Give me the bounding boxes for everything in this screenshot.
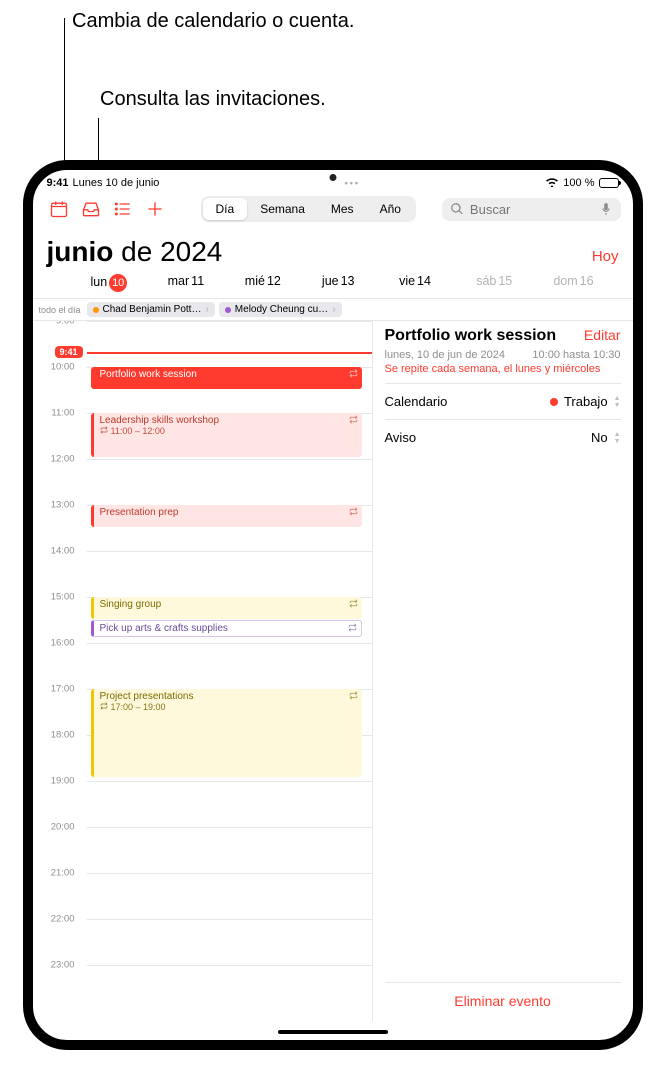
hour-label: 22:00 [33, 914, 81, 925]
day-header[interactable]: mié12 [241, 274, 318, 292]
battery-icon [599, 178, 619, 188]
hour-label: 9:00 [33, 321, 81, 327]
calendar-row[interactable]: Calendario Trabajo ▲▼ [385, 383, 621, 419]
timeline-event[interactable]: Singing group [91, 597, 362, 619]
day-timeline[interactable]: 9:00 10:00 11:00 12:00 13:00 14:00 15:00 16:00 1… [33, 321, 373, 1021]
search-icon [450, 202, 464, 216]
timeline-event[interactable]: Pick up arts & crafts supplies [91, 620, 362, 637]
hour-label: 16:00 [33, 638, 81, 649]
view-segmented-control: Día Semana Mes Año [201, 196, 416, 222]
calendar-color-dot [550, 398, 558, 406]
hour-label: 10:00 [33, 362, 81, 373]
mic-icon[interactable] [599, 202, 613, 216]
hour-label: 18:00 [33, 730, 81, 741]
hour-label: 12:00 [33, 454, 81, 465]
edit-button[interactable]: Editar [584, 327, 621, 343]
day-header[interactable]: mar11 [164, 274, 241, 292]
multitask-dots-icon[interactable]: ••• [332, 178, 372, 188]
event-detail-panel: Portfolio work session Editar lunes, 10 … [373, 321, 633, 1021]
repeat-icon [100, 702, 108, 712]
hour-label: 19:00 [33, 776, 81, 787]
hour-label: 15:00 [33, 592, 81, 603]
hour-label: 17:00 [33, 684, 81, 695]
all-day-event-chip[interactable]: Chad Benjamin Pott…› [87, 302, 215, 317]
chevron-right-icon: › [332, 304, 335, 315]
day-header[interactable]: sáb15 [472, 274, 549, 292]
day-header[interactable]: jue13 [318, 274, 395, 292]
calendar-dot-icon [225, 307, 231, 313]
inbox-icon[interactable] [77, 197, 105, 221]
home-indicator[interactable] [278, 1030, 388, 1034]
repeat-icon [100, 426, 108, 436]
repeat-icon [349, 369, 358, 381]
all-day-event-chip[interactable]: Melody Cheung cu…› [219, 302, 342, 317]
event-date: lunes, 10 de jun de 2024 [385, 349, 506, 361]
timeline-event[interactable]: Presentation prep [91, 505, 362, 527]
ipad-frame: 9:41 Lunes 10 de junio ••• 100 % Día Sem… [23, 160, 643, 1050]
search-field[interactable] [442, 198, 621, 221]
week-days-row: lun10mar11mié12jue13vie14sáb15dom16 [33, 274, 633, 299]
timeline-event[interactable]: Portfolio work session [91, 367, 362, 389]
wifi-icon [545, 176, 559, 190]
status-bar: 9:41 Lunes 10 de junio ••• 100 % [33, 170, 633, 192]
hour-label: 14:00 [33, 546, 81, 557]
hour-label: 11:00 [33, 408, 81, 419]
day-header[interactable]: lun10 [87, 274, 164, 292]
delete-event-button[interactable]: Eliminar evento [385, 982, 621, 1009]
event-repeat: Se repite cada semana, el lunes y miérco… [385, 363, 621, 375]
add-icon[interactable] [141, 197, 169, 221]
day-header[interactable]: dom16 [549, 274, 626, 292]
event-title: Portfolio work session [385, 327, 557, 345]
chevron-right-icon: › [205, 304, 208, 315]
battery-percent: 100 % [563, 177, 594, 189]
list-icon[interactable] [109, 197, 137, 221]
hour-label: 21:00 [33, 868, 81, 879]
timeline-event[interactable]: Project presentations17:00 – 19:00 [91, 689, 362, 777]
view-week[interactable]: Semana [247, 198, 318, 220]
month-title: junio de 2024 [47, 236, 223, 268]
now-indicator-badge: 9:41 [54, 346, 82, 358]
status-date: Lunes 10 de junio [73, 177, 160, 189]
today-button[interactable]: Hoy [592, 248, 619, 265]
day-header[interactable]: vie14 [395, 274, 472, 292]
repeat-icon [349, 599, 358, 611]
view-month[interactable]: Mes [318, 198, 367, 220]
repeat-icon [349, 415, 358, 427]
calendar-row-label: Calendario [385, 394, 448, 409]
repeat-icon [349, 691, 358, 703]
repeat-icon [349, 507, 358, 519]
now-indicator-line [87, 352, 372, 354]
calendar-dot-icon [93, 307, 99, 313]
selected-day-badge: 10 [109, 274, 127, 292]
status-time: 9:41 [47, 177, 69, 189]
chevron-updown-icon: ▲▼ [614, 431, 621, 445]
event-time: 10:00 hasta 10:30 [532, 349, 620, 361]
timeline-event[interactable]: Leadership skills workshop11:00 – 12:00 [91, 413, 362, 457]
hour-label: 20:00 [33, 822, 81, 833]
view-day[interactable]: Día [203, 198, 248, 220]
alert-row-label: Aviso [385, 430, 417, 445]
chevron-updown-icon: ▲▼ [614, 395, 621, 409]
callout-invitations: Consulta las invitaciones. [100, 88, 326, 110]
alert-row[interactable]: Aviso No ▲▼ [385, 419, 621, 455]
view-year[interactable]: Año [367, 198, 414, 220]
callout-calendars: Cambia de calendario o cuenta. [72, 10, 354, 32]
calendars-icon[interactable] [45, 197, 73, 221]
hour-label: 13:00 [33, 500, 81, 511]
calendar-row-value: Trabajo [564, 394, 608, 409]
repeat-icon [348, 623, 357, 635]
hour-label: 23:00 [33, 960, 81, 971]
alert-row-value: No [591, 430, 608, 445]
all-day-label: todo el día [33, 305, 87, 315]
search-input[interactable] [470, 202, 593, 217]
